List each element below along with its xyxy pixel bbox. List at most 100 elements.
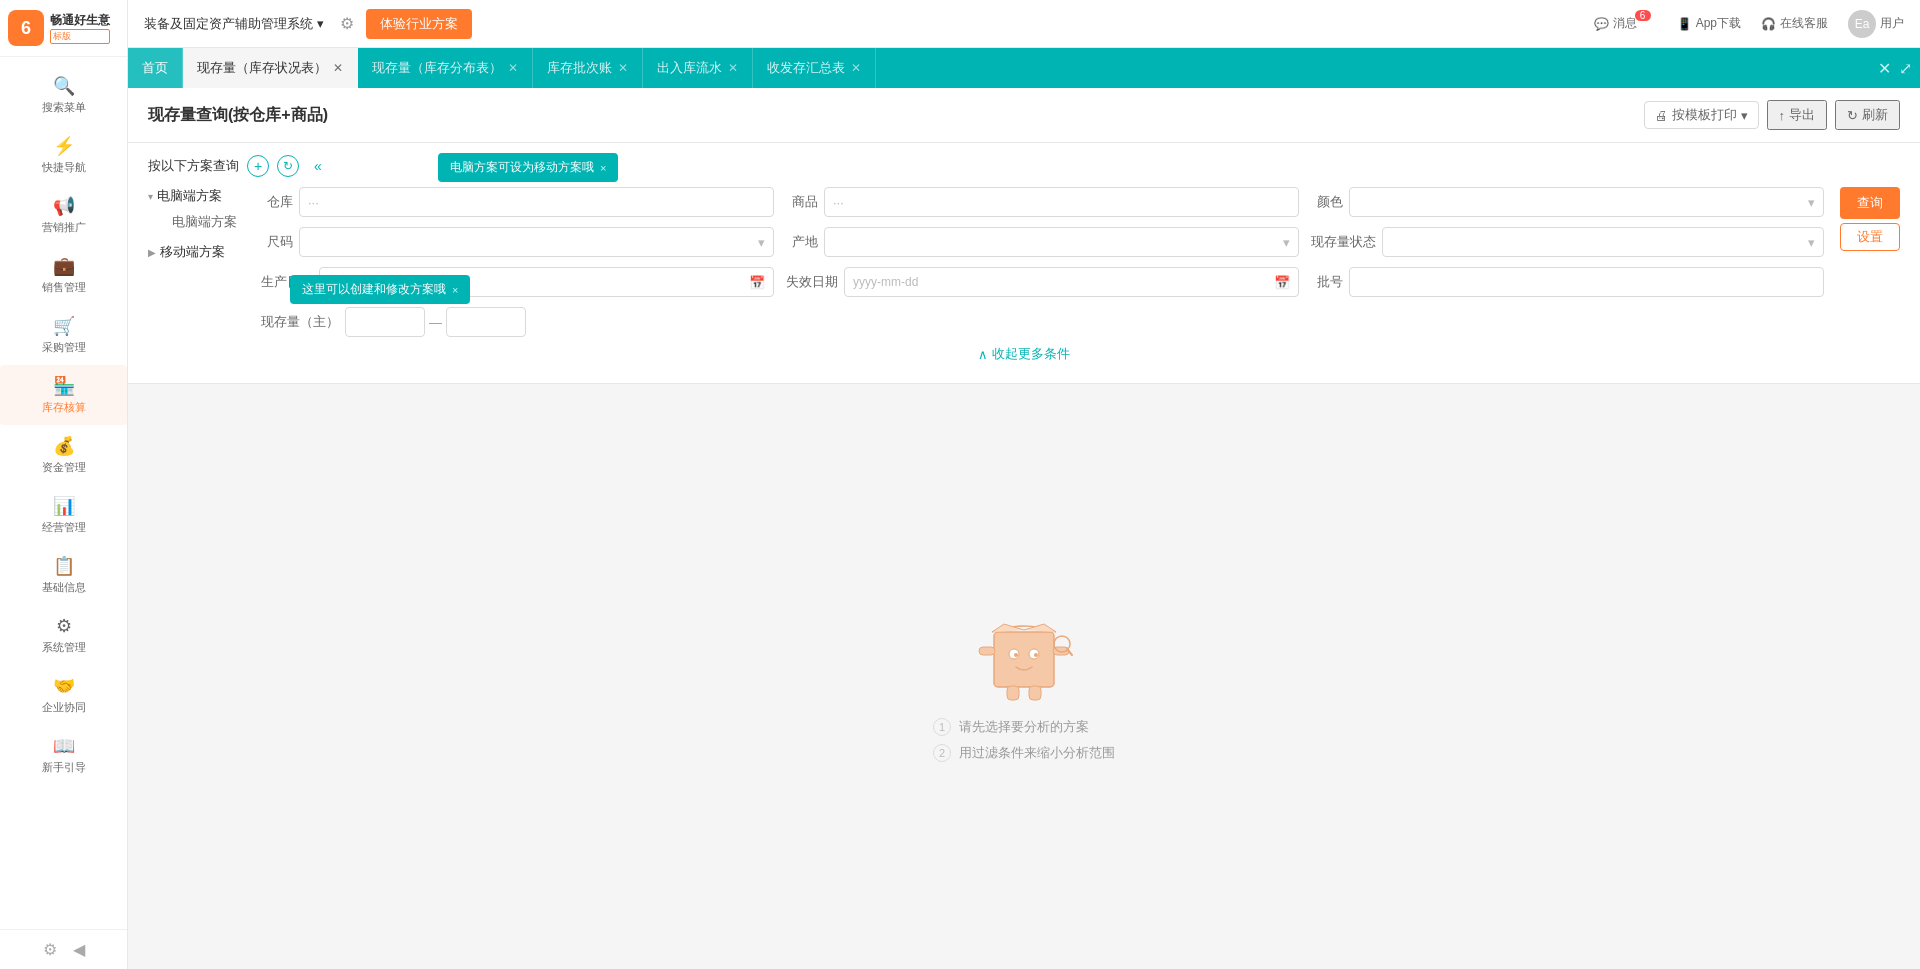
export-btn[interactable]: ↑ 导出 bbox=[1767, 100, 1828, 130]
system-title-selector[interactable]: 装备及固定资产辅助管理系统 ▾ bbox=[144, 15, 324, 33]
tab-close-inout[interactable]: ✕ bbox=[728, 61, 738, 75]
origin-select[interactable]: ▾ bbox=[824, 227, 1299, 257]
sidebar-item-guide[interactable]: 📖 新手引导 bbox=[0, 725, 127, 785]
sidebar-nav: 🔍 搜索菜单 ⚡ 快捷导航 📢 营销推广 💼 销售管理 🛒 采购管理 🏪 库存核… bbox=[0, 57, 127, 929]
set-btn[interactable]: 设置 bbox=[1840, 223, 1900, 251]
sidebar-item-search[interactable]: 🔍 搜索菜单 bbox=[0, 65, 127, 125]
tab-close-summary[interactable]: ✕ bbox=[851, 61, 861, 75]
sidebar: 6 畅通好生意 标版 🔍 搜索菜单 ⚡ 快捷导航 📢 营销推广 💼 销售管理 🛒… bbox=[0, 0, 128, 969]
tab-home[interactable]: 首页 bbox=[128, 48, 183, 88]
stock-status-select[interactable]: ▾ bbox=[1382, 227, 1824, 257]
tooltip-create-scheme-text: 这里可以创建和修改方案哦 bbox=[302, 281, 446, 298]
calendar-icon: 📅 bbox=[749, 275, 765, 290]
sidebar-item-purchase[interactable]: 🛒 采购管理 bbox=[0, 305, 127, 365]
sidebar-item-enterprise[interactable]: 🤝 企业协同 bbox=[0, 665, 127, 725]
filter-row-4: 现存量（主） — bbox=[261, 307, 1824, 337]
page-actions: 🖨 按模板打印 ▾ ↑ 导出 ↻ 刷新 bbox=[1644, 100, 1901, 142]
tab-summary[interactable]: 收发存汇总表 ✕ bbox=[753, 48, 876, 88]
topbar-settings-icon[interactable]: ⚙ bbox=[340, 14, 354, 33]
expiry-date-input[interactable]: yyyy-mm-dd 📅 bbox=[844, 267, 1299, 297]
online-support-btn[interactable]: 🎧 在线客服 bbox=[1761, 15, 1828, 32]
sidebar-item-operation[interactable]: 📊 经营管理 bbox=[0, 485, 127, 545]
filter-label: 按以下方案查询 bbox=[148, 157, 239, 175]
empty-illustration bbox=[974, 592, 1074, 702]
tab-inventory-dist[interactable]: 现存量（库存分布表） ✕ bbox=[358, 48, 533, 88]
scheme-list: ▾ 电脑端方案 电脑端方案 ▶ 移动端方案 bbox=[148, 187, 245, 261]
tabbar-actions: ✕ ⤢ bbox=[1870, 59, 1920, 78]
sidebar-item-inventory[interactable]: 🏪 库存核算 bbox=[0, 365, 127, 425]
template-print-btn[interactable]: 🖨 按模板打印 ▾ bbox=[1644, 101, 1759, 129]
tab-close-batch[interactable]: ✕ bbox=[618, 61, 628, 75]
filter-origin: 产地 ▾ bbox=[786, 227, 1299, 257]
close-all-tabs-icon[interactable]: ✕ bbox=[1878, 59, 1891, 78]
color-select[interactable]: ▾ bbox=[1349, 187, 1824, 217]
system-icon: ⚙ bbox=[56, 615, 72, 637]
range-dash: — bbox=[429, 315, 442, 330]
page-header: 现存量查询(按仓库+商品) 🖨 按模板打印 ▾ ↑ 导出 ↻ 刷新 bbox=[128, 88, 1920, 143]
tabbar: 首页 现存量（库存状况表） ✕ 现存量（库存分布表） ✕ 库存批次账 ✕ 出入库… bbox=[128, 48, 1920, 88]
tab-inout[interactable]: 出入库流水 ✕ bbox=[643, 48, 753, 88]
product-select[interactable]: ··· bbox=[824, 187, 1299, 217]
filter-fields: 仓库 ··· 商品 ··· bbox=[261, 187, 1824, 337]
fullscreen-icon[interactable]: ⤢ bbox=[1899, 59, 1912, 78]
tooltip-scheme-mobile-close[interactable]: × bbox=[600, 162, 606, 174]
user-avatar: Ea bbox=[1848, 10, 1876, 38]
calendar2-icon: 📅 bbox=[1274, 275, 1290, 290]
topbar-right: 💬 消息 6 📱 App下载 🎧 在线客服 Ea 用户 bbox=[1594, 10, 1904, 38]
user-menu[interactable]: Ea 用户 bbox=[1848, 10, 1904, 38]
scheme-item-pc[interactable]: 电脑端方案 bbox=[164, 209, 245, 235]
operation-icon: 📊 bbox=[53, 495, 75, 517]
svg-point-4 bbox=[1034, 653, 1038, 657]
dropdown-arrow-icon: ▾ bbox=[317, 16, 324, 31]
tab-close-inventory-status[interactable]: ✕ bbox=[333, 61, 343, 75]
topbar: 装备及固定资产辅助管理系统 ▾ ⚙ 体验行业方案 💬 消息 6 📱 App下载 … bbox=[128, 0, 1920, 48]
search-buttons: 查询 设置 bbox=[1840, 187, 1900, 251]
sidebar-item-label: 基础信息 bbox=[42, 580, 86, 595]
stock-qty-max-input[interactable] bbox=[446, 307, 526, 337]
empty-tip-1: 1 请先选择要分析的方案 bbox=[933, 718, 1115, 736]
sidebar-item-sales[interactable]: 💼 销售管理 bbox=[0, 245, 127, 305]
sidebar-item-quicknav[interactable]: ⚡ 快捷导航 bbox=[0, 125, 127, 185]
warehouse-select[interactable]: ··· bbox=[299, 187, 774, 217]
collapse-icon[interactable]: ◀ bbox=[73, 940, 85, 959]
tooltip-create-scheme-close[interactable]: × bbox=[452, 284, 458, 296]
refresh-btn[interactable]: ↻ 刷新 bbox=[1835, 100, 1900, 130]
tab-batch[interactable]: 库存批次账 ✕ bbox=[533, 48, 643, 88]
sidebar-item-finance[interactable]: 💰 资金管理 bbox=[0, 425, 127, 485]
search-btn[interactable]: 查询 bbox=[1840, 187, 1900, 219]
filter-refresh-btn[interactable]: ↻ bbox=[277, 155, 299, 177]
filter-batch-no: 批号 bbox=[1311, 267, 1824, 297]
sidebar-item-label: 库存核算 bbox=[42, 400, 86, 415]
app-download-btn[interactable]: 📱 App下载 bbox=[1677, 15, 1741, 32]
notifications-btn[interactable]: 💬 消息 6 bbox=[1594, 15, 1657, 32]
logo-text: 畅通好生意 标版 bbox=[50, 12, 110, 44]
stock-qty-min-input[interactable] bbox=[345, 307, 425, 337]
industry-btn[interactable]: 体验行业方案 bbox=[366, 9, 472, 39]
filter-add-btn[interactable]: + bbox=[247, 155, 269, 177]
filter-back-btn[interactable]: « bbox=[307, 155, 329, 177]
tab-close-inventory-dist[interactable]: ✕ bbox=[508, 61, 518, 75]
sidebar-item-system[interactable]: ⚙ 系统管理 bbox=[0, 605, 127, 665]
phone-icon: 📱 bbox=[1677, 17, 1692, 31]
finance-icon: 💰 bbox=[53, 435, 75, 457]
settings-icon[interactable]: ⚙ bbox=[43, 940, 57, 959]
search-icon: 🔍 bbox=[53, 75, 75, 97]
tab-inventory-status[interactable]: 现存量（库存状况表） ✕ bbox=[183, 48, 358, 88]
sidebar-item-label: 搜索菜单 bbox=[42, 100, 86, 115]
empty-tip-2: 2 用过滤条件来缩小分析范围 bbox=[933, 744, 1115, 762]
tooltip-scheme-mobile: 电脑方案可设为移动方案哦 × bbox=[438, 153, 618, 182]
sidebar-item-label: 采购管理 bbox=[42, 340, 86, 355]
scheme-mobile-expand-icon[interactable]: ▶ bbox=[148, 247, 156, 258]
svg-rect-0 bbox=[994, 632, 1054, 687]
scheme-expand-icon[interactable]: ▾ bbox=[148, 191, 153, 202]
sidebar-item-marketing[interactable]: 📢 营销推广 bbox=[0, 185, 127, 245]
sidebar-item-basic[interactable]: 📋 基础信息 bbox=[0, 545, 127, 605]
batch-no-input[interactable] bbox=[1349, 267, 1824, 297]
filter-size: 尺码 ▾ bbox=[261, 227, 774, 257]
logo[interactable]: 6 畅通好生意 标版 bbox=[0, 0, 127, 57]
scheme-section: ▾ 电脑端方案 电脑端方案 ▶ 移动端方案 这里可以创建和修改方案 bbox=[148, 187, 1900, 337]
enterprise-icon: 🤝 bbox=[53, 675, 75, 697]
size-select[interactable]: ▾ bbox=[299, 227, 774, 257]
collapse-more-btn[interactable]: ∧ 收起更多条件 bbox=[148, 337, 1900, 371]
scheme-pc-label: 电脑端方案 bbox=[157, 187, 222, 205]
